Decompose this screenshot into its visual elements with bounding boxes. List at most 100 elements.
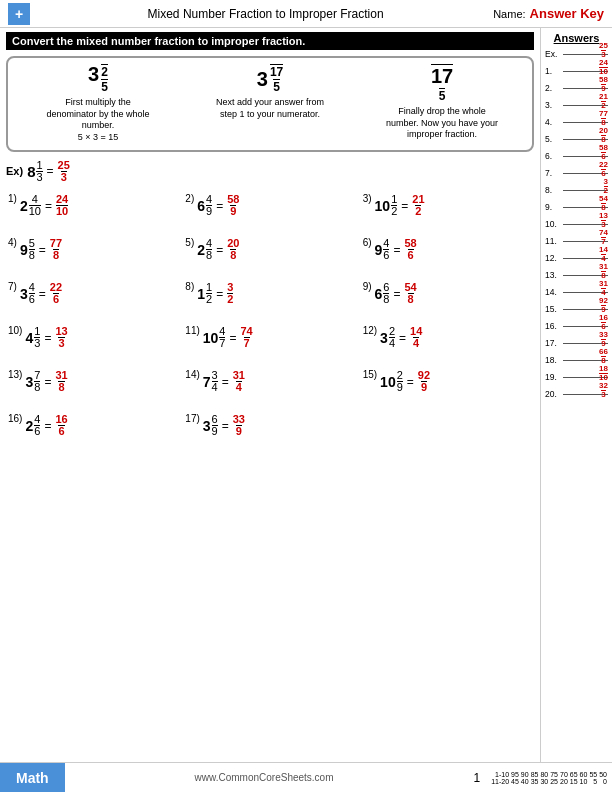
prob-whole-6: 9 (375, 242, 383, 258)
answer-line: 92 9 (563, 309, 608, 310)
answer-label: 20. (545, 389, 563, 399)
answer-key-label: Answer Key (530, 6, 604, 21)
answer-line: 33 9 (563, 343, 608, 344)
prob-mixed-4: 9 5 8 (20, 238, 35, 261)
prob-mixed-13: 3 7 8 (25, 370, 40, 393)
answer-line: 58 6 (563, 156, 608, 157)
prob-ans-11: 74 7 (241, 326, 253, 349)
prob-mixed-9: 6 6 8 (375, 282, 390, 305)
problem-12: 12) 3 2 4 = 14 4 (361, 319, 534, 357)
answers-sidebar: Answers Ex. 25 3 1. 24 10 2. (540, 28, 612, 762)
prob-num-13: 13) (8, 369, 22, 380)
prob-num-17: 17) (185, 413, 199, 424)
footer: Math www.CommonCoreSheets.com 1 1-109590… (0, 762, 612, 792)
problem-2: 2) 6 4 9 = 58 9 (183, 187, 356, 225)
ex-answer-frac: 25 3 (58, 160, 70, 183)
prob-ans-2: 58 9 (227, 194, 239, 217)
answer-label: 2. (545, 83, 563, 93)
answer-label: 17. (545, 338, 563, 348)
ex-label: Ex) (6, 165, 23, 177)
answer-line: 14 4 (563, 258, 608, 259)
prob-mixed-14: 7 3 4 (203, 370, 218, 393)
footer-url: www.CommonCoreSheets.com (65, 772, 464, 783)
prob-frac-8: 1 2 (206, 282, 212, 305)
prob-ans-6: 58 6 (405, 238, 417, 261)
prob-num-12: 12) (363, 325, 377, 336)
prob-ans-3: 21 2 (412, 194, 424, 217)
prob-num-9: 9) (363, 281, 372, 292)
prob-mixed-5: 2 4 8 (197, 238, 212, 261)
prob-mixed-7: 3 4 6 (20, 282, 35, 305)
prob-frac-4: 5 8 (29, 238, 35, 261)
prob-whole-8: 1 (197, 286, 205, 302)
prob-ans-17: 33 9 (233, 414, 245, 437)
footer-math-label: Math (0, 763, 65, 792)
prob-ans-1: 24 10 (56, 194, 68, 217)
prob-ans-7: 22 6 (50, 282, 62, 305)
prob-mixed-11: 10 4 7 (203, 326, 226, 349)
prob-num-6: 6) (363, 237, 372, 248)
prob-num-7: 7) (8, 281, 17, 292)
problem-1: 1) 2 4 10 = 24 10 (6, 187, 179, 225)
answer-ex-line: 25 3 (563, 54, 608, 55)
problem-7: 7) 3 4 6 = 22 6 (6, 275, 179, 313)
problem-9: 9) 6 6 8 = 54 8 (361, 275, 534, 313)
prob-ans-8: 3 2 (227, 282, 233, 305)
problem-5: 5) 2 4 8 = 20 8 (183, 231, 356, 269)
prob-whole-17: 3 (203, 418, 211, 434)
answer-label: 3. (545, 100, 563, 110)
answer-line: 74 7 (563, 241, 608, 242)
answer-line: 13 3 (563, 224, 608, 225)
prob-mixed-6: 9 4 6 (375, 238, 390, 261)
answer-label: 6. (545, 151, 563, 161)
prob-mixed-12: 3 2 4 (380, 326, 395, 349)
problem-16: 16) 2 4 6 = 16 6 (6, 407, 179, 445)
prob-mixed-3: 10 1 2 (375, 194, 398, 217)
answer-line: 22 6 (563, 173, 608, 174)
prob-ans-16: 16 6 (55, 414, 67, 437)
answer-line: 20 8 (563, 139, 608, 140)
answer-line: 16 6 (563, 326, 608, 327)
step2: 3 17 5 Next add your answer fromstep 1 t… (188, 64, 352, 120)
problem-15: 15) 10 2 9 = 92 9 (361, 363, 534, 401)
answer-label: 1. (545, 66, 563, 76)
answer-line: 21 2 (563, 105, 608, 106)
answer-label: 13. (545, 270, 563, 280)
answer-item-7: 7. 22 6 (545, 165, 608, 181)
prob-ans-10: 13 3 (55, 326, 67, 349)
prob-num-4: 4) (8, 237, 17, 248)
prob-whole-11: 10 (203, 330, 219, 346)
prob-whole-1: 2 (20, 198, 28, 214)
answer-line: 31 4 (563, 292, 608, 293)
answer-label: 14. (545, 287, 563, 297)
prob-whole-16: 2 (25, 418, 33, 434)
prob-mixed-1: 2 4 10 (20, 194, 41, 217)
prob-num-1: 1) (8, 193, 17, 204)
prob-num-16: 16) (8, 413, 22, 424)
prob-mixed-10: 4 1 3 (25, 326, 40, 349)
prob-mixed-17: 3 6 9 (203, 414, 218, 437)
problem-17: 17) 3 6 9 = 33 9 (183, 407, 356, 445)
answer-line: 32 3 (563, 394, 608, 395)
answer-label: 7. (545, 168, 563, 178)
header: + Mixed Number Fraction to Improper Frac… (0, 0, 612, 28)
answer-frac: 32 3 (599, 382, 608, 401)
prob-num-14: 14) (185, 369, 199, 380)
prob-frac-17: 6 9 (212, 414, 218, 437)
prob-frac-15: 2 9 (397, 370, 403, 393)
prob-frac-13: 7 8 (34, 370, 40, 393)
prob-mixed-2: 6 4 9 (197, 194, 212, 217)
prob-frac-11: 4 7 (219, 326, 225, 349)
instruction-text: Convert the mixed number fraction to imp… (6, 32, 534, 50)
answers-list: 1. 24 10 2. 58 9 3. 21 2 (545, 63, 608, 402)
prob-num-3: 3) (363, 193, 372, 204)
problem-8: 8) 1 1 2 = 3 2 (183, 275, 356, 313)
problems-grid: 1) 2 4 10 = 24 10 2) 6 4 9 (6, 187, 534, 445)
answer-label: 11. (545, 236, 563, 246)
answer-line: 24 10 (563, 71, 608, 72)
prob-ans-15: 92 9 (418, 370, 430, 393)
prob-num-2: 2) (185, 193, 194, 204)
prob-whole-12: 3 (380, 330, 388, 346)
prob-frac-9: 6 8 (383, 282, 389, 305)
answer-ex-label: Ex. (545, 49, 563, 59)
